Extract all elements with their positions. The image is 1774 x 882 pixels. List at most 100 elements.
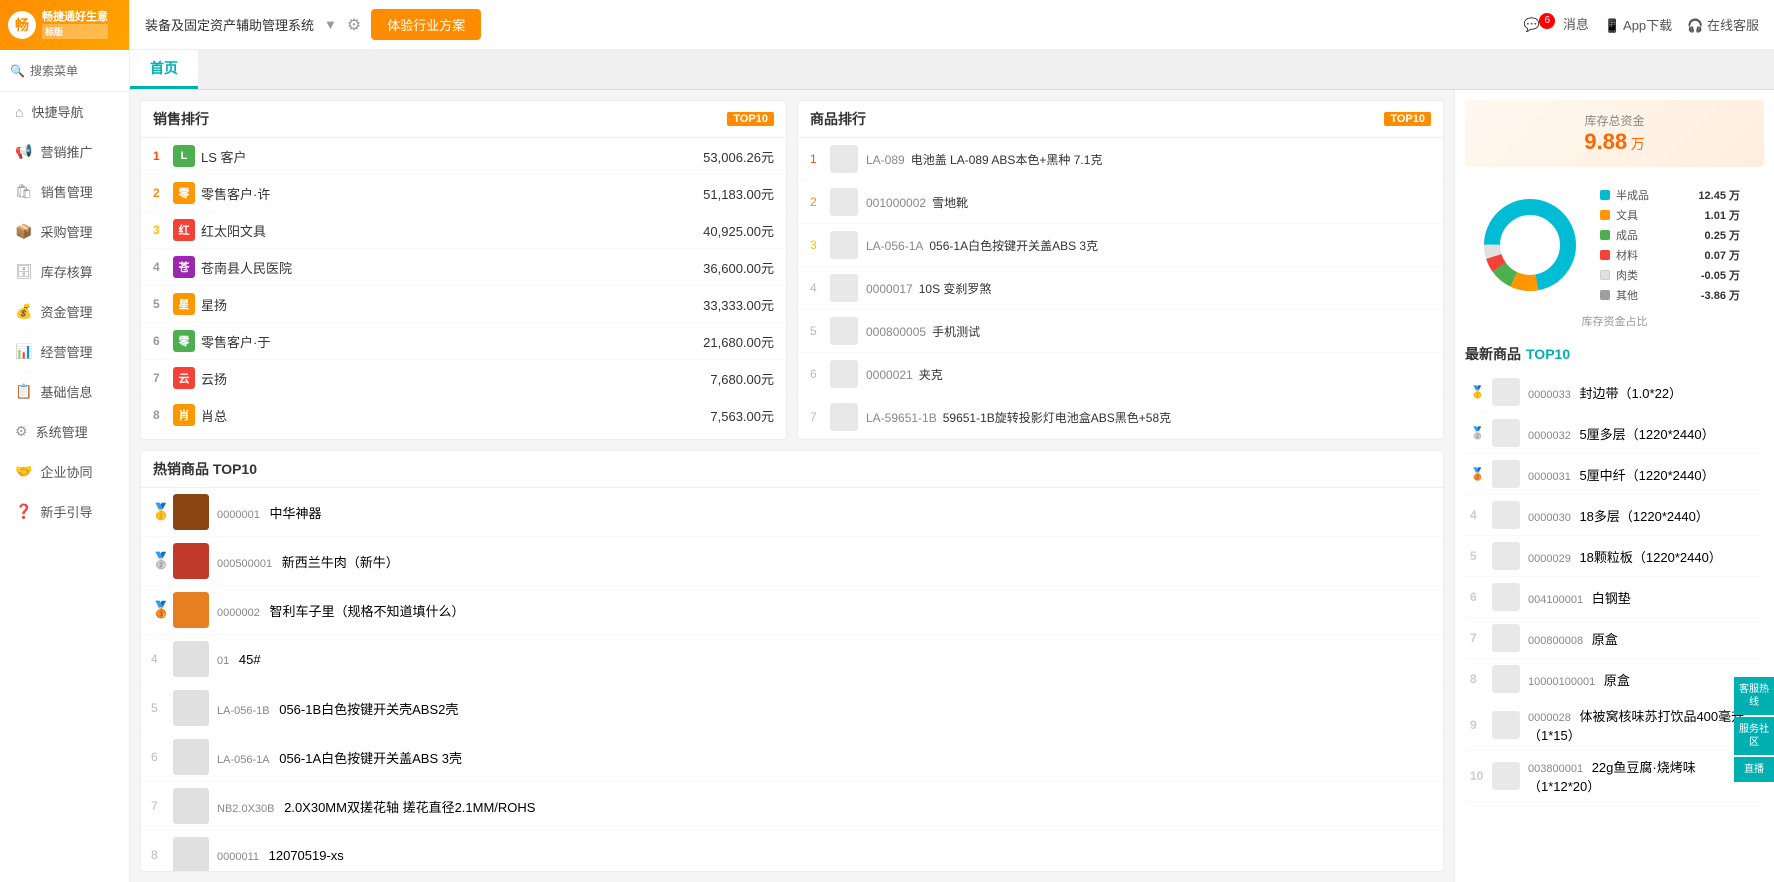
settings-icon[interactable]: ⚙: [347, 15, 361, 35]
product-info: 10000100001 原盒: [1528, 670, 1759, 689]
legend-label: 文具: [1616, 207, 1699, 223]
marketing-icon: 📢: [15, 143, 32, 160]
rank-number: 7: [810, 410, 830, 424]
sidebar-item-label: 系统管理: [36, 422, 88, 441]
product-info: 0000029 18颗粒板（1220*2440）: [1528, 547, 1759, 566]
rank-number: 6: [151, 750, 173, 764]
table-row: 5 星 星扬 33,333.00元: [141, 286, 786, 323]
product-top-badge: TOP10: [1384, 112, 1431, 126]
online-service[interactable]: 🎧 在线客服: [1687, 15, 1759, 34]
legend-item: 文具 1.01 万: [1600, 207, 1740, 223]
legend-value: -3.86 万: [1701, 287, 1740, 303]
list-item: 5 LA-056-1B 056-1B白色按键开关壳ABS2壳: [141, 684, 1443, 733]
sidebar-item-company[interactable]: 🤝 企业协同: [0, 452, 129, 492]
sales-icon: 🛍: [15, 183, 33, 200]
rank-amount: 21,680.00元: [703, 332, 774, 351]
table-row: 2 零 零售客户·许 51,183.00元: [141, 175, 786, 212]
rank-name: 星扬: [201, 295, 703, 314]
rank-number: 2: [153, 186, 173, 200]
table-row: 4 苍 苍南县人民医院 36,600.00元: [141, 249, 786, 286]
sidebar-header: 畅 畅捷通好生意 标版: [0, 0, 129, 50]
product-img: [830, 360, 858, 388]
product-info: 0000033 封边带（1.0*22）: [1528, 383, 1759, 402]
content-area: 销售排行 TOP10 1 L LS 客户 53,006.26元 2 零: [130, 90, 1774, 882]
legend-color-dot: [1600, 250, 1610, 260]
rank-number: 2: [810, 195, 830, 209]
list-item: 🥇 0000033 封边带（1.0*22）: [1465, 372, 1764, 413]
sidebar-item-label: 快捷导航: [31, 102, 83, 121]
legend-label: 肉类: [1616, 267, 1695, 283]
app-title: 畅捷通好生意: [42, 11, 108, 24]
product-img: [1492, 711, 1520, 739]
list-item: 10 003800001 22g鱼豆腐·烧烤味（1*12*20）: [1465, 751, 1764, 802]
sales-ranking-header: 销售排行 TOP10: [141, 101, 786, 138]
ranking-section: 销售排行 TOP10 1 L LS 客户 53,006.26元 2 零: [140, 100, 1444, 440]
sidebar-item-system[interactable]: ⚙ 系统管理: [0, 412, 129, 452]
sidebar-item-purchase[interactable]: 📦 采购管理: [0, 212, 129, 252]
search-menu-label: 搜索菜单: [30, 62, 78, 79]
sidebar-item-operation[interactable]: 📊 经营管理: [0, 332, 129, 372]
product-info: NB2.0X30B 2.0X30MM双搓花轴 搓花直径2.1MM/ROHS: [217, 797, 1433, 816]
product-info: 0000032 5厘多层（1220*2440）: [1528, 424, 1759, 443]
list-item: 8 0000011 12070519-xs: [141, 831, 1443, 872]
product-info: 004100001 白钢垫: [1528, 588, 1759, 607]
rank-amount: 7,563.00元: [710, 406, 774, 425]
avatar: 零: [173, 330, 195, 352]
experience-btn[interactable]: 体验行业方案: [371, 9, 481, 40]
newest-products-title: 最新商品 TOP10: [1465, 334, 1764, 372]
sidebar-item-guide[interactable]: ❓ 新手引导: [0, 492, 129, 532]
tab-home[interactable]: 首页: [130, 50, 198, 89]
customer-hotline-btn[interactable]: 客服热线: [1734, 677, 1774, 715]
basic-icon: 📋: [15, 383, 32, 400]
rank-number: 4: [1470, 508, 1492, 522]
rank-name: LA-089电池盖 LA-089 ABS本色+黑种 7.1克: [866, 151, 1431, 168]
table-row: 7 云 云扬 7,680.00元: [141, 360, 786, 397]
product-ranking-title: 商品排行: [810, 109, 866, 129]
sidebar-item-basic[interactable]: 📋 基础信息: [0, 372, 129, 412]
sidebar-item-label: 库存核算: [41, 262, 93, 281]
company-icon: 🤝: [15, 463, 32, 480]
messages-section[interactable]: 💬 6 消息: [1523, 14, 1588, 35]
rank-number: 🥇: [1470, 385, 1492, 399]
service-community-btn[interactable]: 服务社区: [1734, 717, 1774, 755]
system-title: 装备及固定资产辅助管理系统: [145, 15, 314, 34]
sidebar-search-section[interactable]: 🔍 搜索菜单: [0, 50, 129, 92]
medal-icon: 🥇: [151, 502, 173, 522]
sidebar-item-quick-nav[interactable]: ⌂ 快捷导航: [0, 92, 129, 132]
list-item: 8 10000100001 原盒: [1465, 659, 1764, 700]
product-info: 0000028 体被窝核味苏打饮品400毫升（1*15）: [1528, 706, 1759, 744]
product-ranking-table: 1 LA-089电池盖 LA-089 ABS本色+黑种 7.1克 2 00100…: [798, 138, 1443, 439]
list-item: 🥉 0000031 5厘中纤（1220*2440）: [1465, 454, 1764, 495]
legend-label: 成品: [1616, 227, 1699, 243]
rank-number: 1: [153, 149, 173, 163]
table-row: 1 LA-089电池盖 LA-089 ABS本色+黑种 7.1克: [798, 138, 1443, 181]
rank-name: LA-056-1A056-1A白色按键开关盖ABS 3克: [866, 237, 1431, 254]
sidebar: 畅 畅捷通好生意 标版 🔍 搜索菜单 ⌂ 快捷导航 📢 营销推广 🛍 销售管理 …: [0, 0, 130, 882]
rank-number: 5: [1470, 549, 1492, 563]
product-img: [1492, 762, 1520, 790]
product-info: LA-056-1A 056-1A白色按键开关盖ABS 3壳: [217, 748, 1433, 767]
rank-number: 6: [810, 367, 830, 381]
app-download[interactable]: 📱 App下载: [1604, 15, 1672, 34]
search-icon: 🔍: [10, 64, 25, 78]
sales-ranking-table: 1 L LS 客户 53,006.26元 2 零 零售客户·许 51,183.0…: [141, 138, 786, 434]
search-menu-btn[interactable]: 🔍 搜索菜单: [10, 58, 119, 83]
legend-value: 12.45 万: [1698, 187, 1740, 203]
sidebar-item-label: 基础信息: [40, 382, 92, 401]
dropdown-arrow-icon[interactable]: ▼: [324, 17, 337, 32]
livestream-btn[interactable]: 直播: [1734, 757, 1774, 782]
topbar-right: 💬 6 消息 📱 App下载 🎧 在线客服: [1523, 14, 1759, 35]
sidebar-item-sales[interactable]: 🛍 销售管理: [0, 172, 129, 212]
sidebar-item-finance[interactable]: 💰 资金管理: [0, 292, 129, 332]
sidebar-item-inventory[interactable]: 🗄 库存核算: [0, 252, 129, 292]
sidebar-item-marketing[interactable]: 📢 营销推广: [0, 132, 129, 172]
sidebar-item-label: 企业协同: [40, 462, 92, 481]
product-img: [830, 317, 858, 345]
product-info: 0000002 智利车子里（规格不知道填什么）: [217, 601, 1433, 620]
medal-icon: 🥈: [151, 551, 173, 571]
rank-number: 4: [810, 281, 830, 295]
rank-name: 零售客户·许: [201, 184, 703, 203]
list-item: 🥈 000500001 新西兰牛肉（新牛）: [141, 537, 1443, 586]
list-item: 9 0000028 体被窝核味苏打饮品400毫升（1*15）: [1465, 700, 1764, 751]
rank-number: 5: [151, 701, 173, 715]
